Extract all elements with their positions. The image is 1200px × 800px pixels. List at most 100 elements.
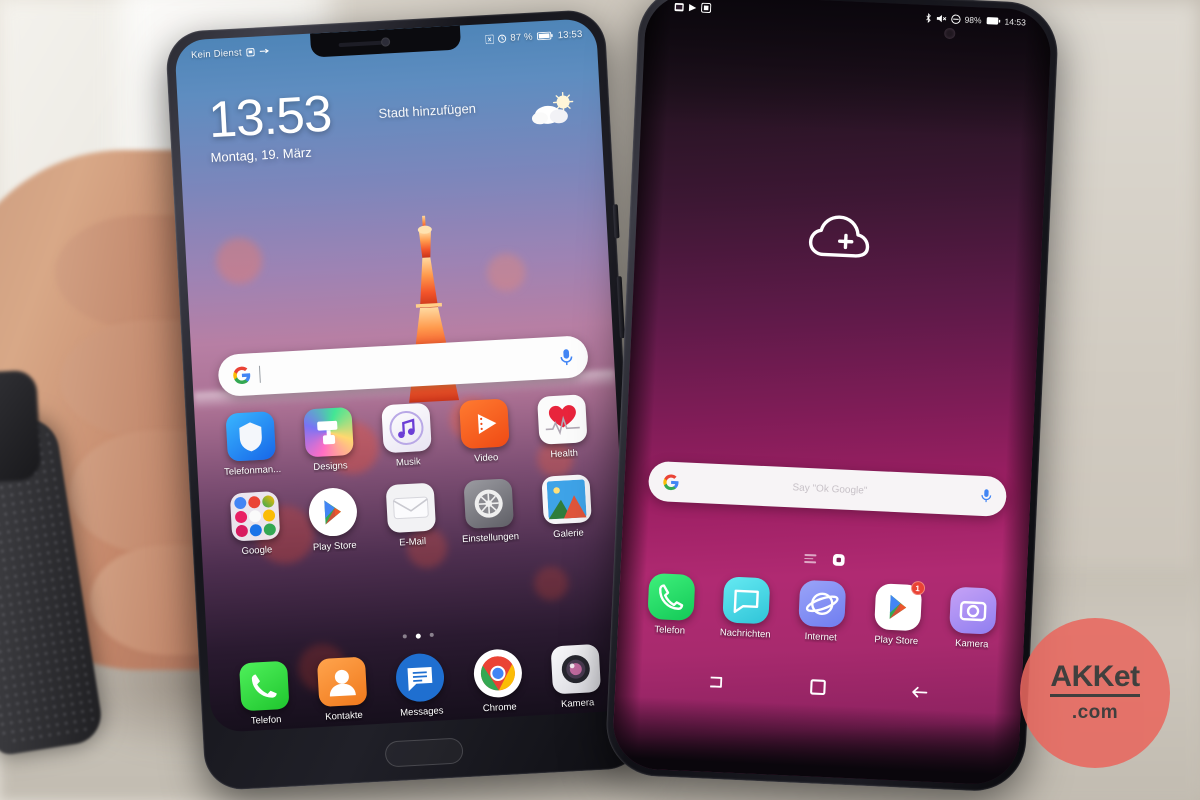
app-label: Video [473, 452, 499, 465]
mini-app-icon [234, 510, 248, 524]
huawei-screen: Kein Dienst 87 % 13:53 13:53 Montag, 19.… [174, 18, 634, 733]
phone-handset-icon [238, 660, 290, 712]
app-video[interactable]: Video [444, 398, 525, 466]
mute-icon [936, 14, 947, 23]
envelope-icon [385, 482, 437, 534]
app-label: Designs [313, 460, 348, 474]
dock-label: Chrome [482, 701, 517, 715]
home-square-icon [810, 679, 827, 696]
dock-item-kontakte[interactable]: Kontakte [302, 656, 383, 724]
page-dot[interactable] [402, 634, 407, 639]
app-play-store[interactable]: Play Store [293, 486, 374, 554]
page-dot[interactable] [429, 632, 434, 638]
screen-bottom-gradient [611, 695, 1021, 786]
google-g-icon [663, 474, 679, 490]
app-health[interactable]: Health [522, 393, 603, 461]
dock-label: Internet [804, 631, 838, 644]
bluetooth-icon [925, 12, 931, 23]
fingerprint-home-button[interactable] [384, 737, 464, 768]
dock-item-kamera[interactable]: Kamera [536, 643, 617, 711]
google-search-bar[interactable]: Say "Ok Google" [647, 460, 1008, 517]
dock-item-kamera[interactable]: Kamera [934, 586, 1012, 651]
cloud-plus-icon [808, 215, 870, 258]
microphone-icon[interactable] [980, 488, 993, 505]
huawei-clock-widget[interactable]: 13:53 Montag, 19. März [207, 84, 333, 165]
search-text-caret [258, 365, 261, 383]
bokeh-light [486, 252, 527, 293]
dock-item-play-store[interactable]: 1 Play Store [858, 580, 936, 648]
app-label: Telefonman... [223, 463, 282, 478]
app-folder-google[interactable]: Google [215, 490, 296, 558]
dock-label: Kontakte [324, 709, 364, 723]
alarm-icon [259, 48, 269, 54]
app-designs[interactable]: Designs [288, 406, 369, 474]
front-camera [380, 37, 391, 47]
dock-label: Play Store [874, 634, 919, 648]
heart-icon [537, 394, 588, 445]
message-bubble-icon [722, 576, 771, 625]
mini-app-icon [247, 495, 261, 509]
photo-icon [541, 474, 592, 525]
app-galerie[interactable]: Galerie [526, 473, 607, 541]
app-einstellungen[interactable]: Einstellungen [448, 478, 529, 546]
screenshot-scene: Kein Dienst 87 % 13:53 13:53 Montag, 19.… [0, 0, 1200, 800]
earpiece-speaker [338, 40, 383, 48]
bokeh-light [533, 565, 570, 602]
dock-item-telefon[interactable]: Telefon [632, 572, 710, 637]
dock-item-telefon[interactable]: Telefon [224, 660, 305, 728]
app-label: Galerie [552, 527, 585, 541]
do-not-disturb-icon [950, 14, 961, 24]
location-icon [497, 34, 506, 43]
app-label: Musik [395, 456, 422, 469]
chrome-icon [472, 648, 524, 699]
partly-cloudy-icon [531, 91, 574, 125]
phone-handset-icon [647, 572, 696, 621]
recents-button[interactable] [667, 672, 768, 693]
contact-person-icon [316, 656, 368, 708]
app-label: Einstellungen [461, 531, 520, 546]
app-telefonmanager[interactable]: Telefonman... [211, 410, 292, 478]
sim-icon [246, 47, 255, 57]
recents-icon [710, 676, 723, 688]
microphone-icon[interactable] [558, 347, 574, 367]
app-email[interactable]: E-Mail [371, 482, 452, 550]
dock-item-internet[interactable]: Internet [783, 579, 861, 644]
akket-watermark: AKKet .com [1020, 618, 1170, 768]
samsung-galaxy-s9-plus-device: 98% 14:53 Say "Ok Google" Telefon Nachri… [604, 0, 1060, 794]
app-label: Health [550, 447, 579, 461]
back-button[interactable] [868, 681, 969, 702]
back-arrow-icon [911, 686, 928, 698]
dock-item-chrome[interactable]: Chrome [458, 647, 539, 715]
battery-percent-label: 98% [964, 14, 982, 26]
play-icon [688, 3, 697, 11]
app-musik[interactable]: Musik [366, 402, 447, 470]
samsung-frame: 98% 14:53 Say "Ok Google" Telefon Nachri… [604, 0, 1060, 794]
pages-lines-icon[interactable] [803, 554, 816, 564]
camera-icon [949, 586, 998, 635]
watermark-main-text: AKKet [1050, 662, 1140, 697]
app-label: E-Mail [398, 536, 427, 549]
mini-app-icon [235, 524, 249, 538]
paint-roller-icon [303, 406, 354, 458]
huawei-notch [310, 25, 462, 58]
samsung-screen: 98% 14:53 Say "Ok Google" Telefon Nachri… [611, 0, 1053, 786]
clock-time: 13:53 [207, 84, 333, 149]
dock-item-messages[interactable]: Messages [380, 652, 461, 720]
carrier-label: Kein Dienst [190, 46, 243, 61]
status-time-label: 13:53 [557, 28, 583, 41]
home-button[interactable] [768, 676, 869, 698]
dock-item-nachrichten[interactable]: Nachrichten [707, 576, 785, 641]
dock-label: Messages [399, 705, 444, 719]
add-city-label[interactable]: Stadt hinzufügen [378, 101, 476, 121]
mini-app-icon [234, 496, 247, 510]
mini-app-icon [249, 523, 263, 537]
dock-label: Telefon [250, 714, 282, 727]
home-screen-icon[interactable] [831, 553, 845, 567]
dock-label: Kamera [954, 637, 989, 651]
battery-icon [537, 31, 553, 41]
folder-icon [229, 491, 281, 542]
page-dot-active[interactable] [415, 633, 421, 639]
play-store-icon [307, 486, 359, 538]
dock-label: Nachrichten [719, 627, 771, 641]
chat-bubble-icon [394, 652, 446, 703]
